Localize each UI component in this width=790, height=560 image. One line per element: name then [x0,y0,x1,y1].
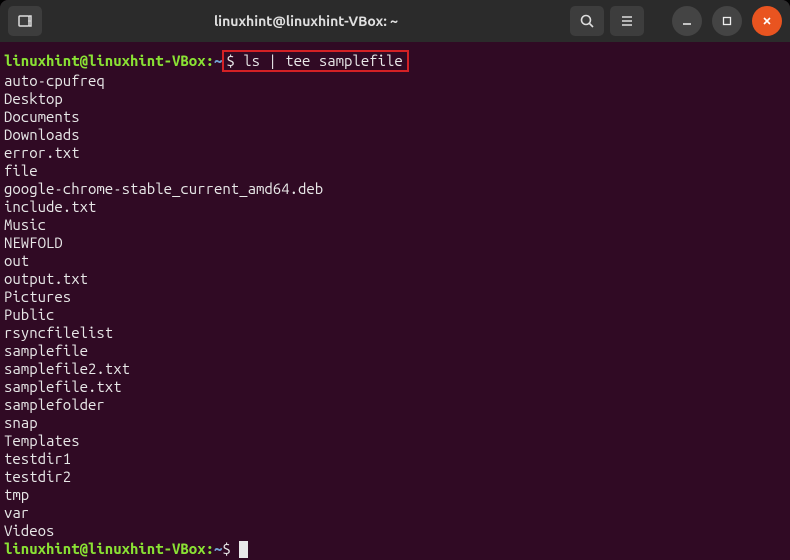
command-text: ls | tee samplefile [243,52,403,69]
output-line: samplefile [4,342,786,360]
output-line: output.txt [4,270,786,288]
output-line: tmp [4,486,786,504]
terminal-content[interactable]: linuxhint@linuxhint-VBox:~$ ls | tee sam… [0,42,790,560]
command-highlight: $ ls | tee samplefile [222,50,408,72]
maximize-button[interactable] [712,6,742,36]
minimize-button[interactable] [672,6,702,36]
prompt-symbol: $ [222,540,230,557]
search-button[interactable] [570,6,604,36]
output-line: auto-cpufreq [4,72,786,90]
output-line: testdir1 [4,450,786,468]
output-line: file [4,162,786,180]
hamburger-icon [619,13,635,29]
output-line: google-chrome-stable_current_amd64.deb [4,180,786,198]
output-line: Videos [4,522,786,540]
current-prompt-line: linuxhint@linuxhint-VBox:~$ [4,540,786,558]
terminal-window: linuxhint@linuxhint-VBox: ~ [0,0,790,560]
output-line: Desktop [4,90,786,108]
close-button[interactable] [752,6,782,36]
cursor [239,541,248,558]
output-line: Templates [4,432,786,450]
output-line: var [4,504,786,522]
output-line: NEWFOLD [4,234,786,252]
output-line: Documents [4,108,786,126]
window-title: linuxhint@linuxhint-VBox: ~ [48,13,564,29]
output-line: error.txt [4,144,786,162]
new-tab-button[interactable] [8,6,42,36]
output-line: snap [4,414,786,432]
output-line: samplefolder [4,396,786,414]
output-line: rsyncfilelist [4,324,786,342]
prompt-path: ~ [214,52,222,69]
minimize-icon [682,16,692,26]
titlebar: linuxhint@linuxhint-VBox: ~ [0,0,790,42]
output-line: Downloads [4,126,786,144]
new-tab-icon [17,13,33,29]
menu-button[interactable] [610,6,644,36]
prompt-user-host: linuxhint@linuxhint-VBox: [4,52,214,69]
output-line: include.txt [4,198,786,216]
prompt-user-host: linuxhint@linuxhint-VBox: [4,540,214,557]
output-line: out [4,252,786,270]
maximize-icon [722,16,732,26]
close-icon [762,16,772,26]
output-line: samplefile2.txt [4,360,786,378]
output-line: testdir2 [4,468,786,486]
search-icon [579,13,595,29]
output-line: samplefile.txt [4,378,786,396]
command-line: linuxhint@linuxhint-VBox:~$ ls | tee sam… [4,50,786,72]
output-line: Pictures [4,288,786,306]
output-line: Public [4,306,786,324]
prompt-symbol: $ [226,52,234,69]
output-line: Music [4,216,786,234]
